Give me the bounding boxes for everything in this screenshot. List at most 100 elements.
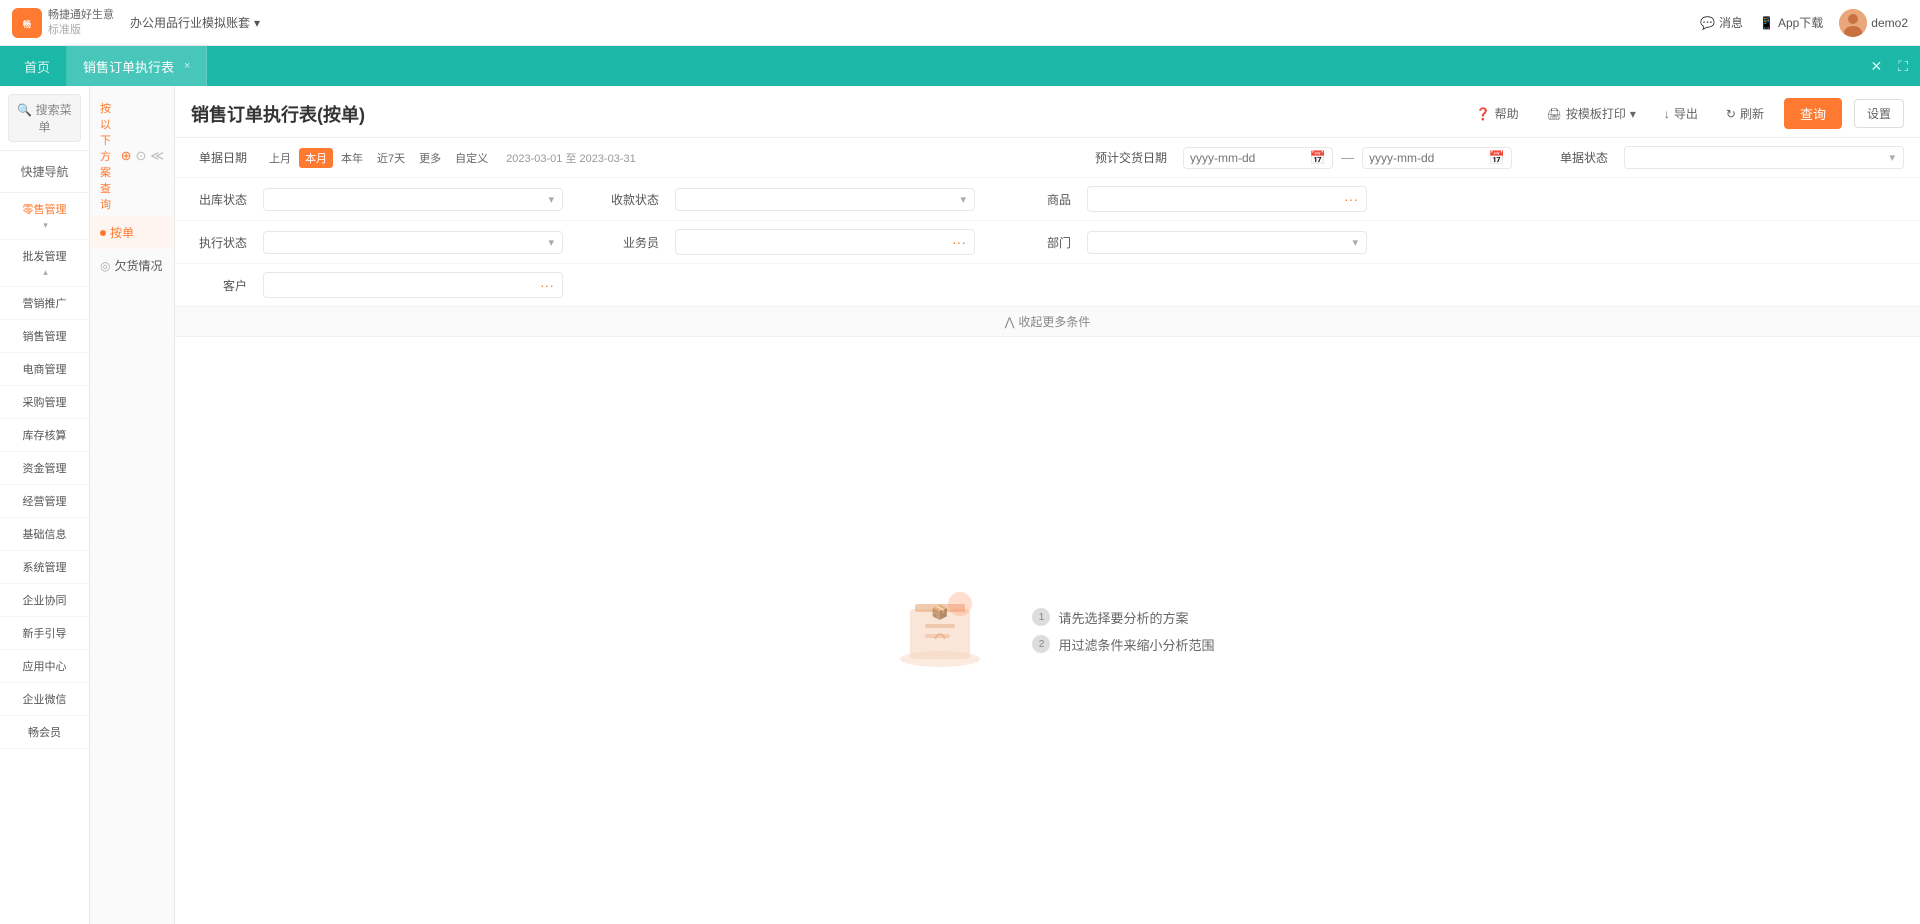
- active-dot: [100, 230, 106, 236]
- sub-sidebar-item-debt[interactable]: ◎ 欠货情况: [90, 249, 174, 282]
- salesman-control: ···: [675, 229, 975, 255]
- sidebar-item-operation[interactable]: 经营管理: [0, 485, 89, 518]
- sidebar: 🔍 搜索菜单 快捷导航 零售管理 ▾ 批发管理 ▴ 营销推广 销售管理 电商管理…: [0, 86, 90, 924]
- sidebar-item-inventory[interactable]: 库存核算: [0, 419, 89, 452]
- tab-bar: 首页 销售订单执行表 × ✕ ⛶: [0, 46, 1920, 86]
- tab-active-label: 销售订单执行表: [83, 57, 174, 76]
- date-tab-this-year[interactable]: 本年: [335, 148, 369, 168]
- collapse-up-icon: ⋀: [1005, 315, 1015, 329]
- date-tab-this-month[interactable]: 本月: [299, 148, 333, 168]
- svg-text:📦: 📦: [932, 604, 949, 621]
- sidebar-search-button[interactable]: 🔍 搜索菜单: [8, 94, 81, 142]
- app-download-button[interactable]: 📱 App下载: [1759, 14, 1823, 31]
- template-print-button[interactable]: 🖨 按模板打印 ▾: [1539, 101, 1644, 126]
- empty-state: 📦 1 请先选择要分析的方案 2 用过滤条件来缩小分析范围: [175, 337, 1920, 924]
- app-download-label: App下载: [1778, 14, 1823, 31]
- empty-step-1: 1 请先选择要分析的方案: [1032, 608, 1214, 627]
- chevron-up-icon: ▴: [43, 267, 48, 278]
- step-2-label: 用过滤条件来缩小分析范围: [1058, 635, 1214, 654]
- calendar-end-icon[interactable]: 📅: [1489, 150, 1505, 166]
- filter-row-1: 单据日期 上月 本月 本年 近7天 更多 自定义 2023-03-01 至 20…: [175, 138, 1920, 178]
- sidebar-item-ecommerce[interactable]: 电商管理: [0, 353, 89, 386]
- collapse-sub-icon[interactable]: ≪: [150, 148, 164, 164]
- close-window-icon[interactable]: ✕: [1866, 54, 1886, 79]
- date-tabs: 上月 本月 本年 近7天 更多 自定义: [263, 148, 494, 168]
- customer-more-icon[interactable]: ···: [540, 277, 554, 293]
- sidebar-item-purchase[interactable]: 采购管理: [0, 386, 89, 419]
- date-tab-custom[interactable]: 自定义: [449, 148, 494, 168]
- customer-control: ···: [263, 272, 563, 298]
- maximize-icon[interactable]: ⛶: [1894, 54, 1912, 79]
- date-range-text: 2023-03-01 至 2023-03-31: [506, 150, 636, 166]
- date-tab-last-month[interactable]: 上月: [263, 148, 297, 168]
- date-filter-control: 上月 本月 本年 近7天 更多 自定义 2023-03-01 至 2023-03…: [263, 148, 1055, 168]
- export-button[interactable]: ↓ 导出: [1656, 101, 1706, 126]
- sidebar-item-wechat[interactable]: 企业微信: [0, 683, 89, 716]
- sidebar-quicknav-label[interactable]: 快捷导航: [0, 157, 89, 186]
- collapse-button[interactable]: ⋀ 收起更多条件: [1005, 313, 1091, 330]
- sub-sidebar-title: 按以下方案查询: [100, 100, 121, 212]
- date-tab-more[interactable]: 更多: [413, 148, 447, 168]
- tab-active[interactable]: 销售订单执行表 ×: [67, 46, 207, 86]
- refresh-icon: ↻: [1726, 107, 1736, 121]
- expected-date-end-input[interactable]: [1369, 151, 1485, 165]
- chevron-down-icon: ▾: [43, 220, 48, 231]
- tab-home[interactable]: 首页: [8, 46, 67, 86]
- help-icon: ❓: [1476, 107, 1491, 121]
- add-scheme-icon[interactable]: ⊕: [121, 148, 132, 164]
- header-left: 畅 畅捷通好生意 标准版 办公用品行业模拟账套 ▾: [12, 8, 268, 38]
- expected-date-start-wrap: 📅: [1183, 147, 1333, 169]
- page-actions: ❓ 帮助 🖨 按模板打印 ▾ ↓ 导出 ↻ 刷新 查询 设置: [1468, 98, 1904, 129]
- user-area[interactable]: demo2: [1839, 9, 1908, 37]
- recv-status-label: 收款状态: [603, 191, 659, 208]
- sidebar-item-system[interactable]: 系统管理: [0, 551, 89, 584]
- message-button[interactable]: 💬 消息: [1700, 14, 1743, 31]
- out-status-control: ▾: [263, 188, 563, 211]
- doc-status-label: 单据状态: [1552, 149, 1608, 166]
- date-field-label: 单据日期: [191, 149, 247, 166]
- sidebar-item-retail[interactable]: 零售管理 ▾: [0, 193, 89, 240]
- step-1-label: 请先选择要分析的方案: [1058, 608, 1188, 627]
- sidebar-item-app-center[interactable]: 应用中心: [0, 650, 89, 683]
- print-icon: 🖨: [1547, 107, 1562, 121]
- export-label: 导出: [1674, 105, 1698, 122]
- salesman-more-icon[interactable]: ···: [952, 234, 966, 250]
- step-1-circle: 1: [1032, 608, 1050, 626]
- sidebar-item-sales[interactable]: 销售管理: [0, 320, 89, 353]
- calendar-start-icon[interactable]: 📅: [1310, 150, 1326, 166]
- username-label: demo2: [1871, 16, 1908, 30]
- date-tab-7days[interactable]: 近7天: [371, 148, 411, 168]
- exec-status-control: ▾: [263, 231, 563, 254]
- logo-text: 畅捷通好生意 标准版: [48, 8, 114, 37]
- goods-label: 商品: [1015, 191, 1071, 208]
- goods-more-icon[interactable]: ···: [1344, 191, 1358, 207]
- help-button[interactable]: ❓ 帮助: [1468, 101, 1527, 126]
- sidebar-item-marketing[interactable]: 营销推广: [0, 287, 89, 320]
- nav-dropdown-label: 办公用品行业模拟账套: [130, 14, 250, 31]
- filter-row-4: 客户 ···: [175, 264, 1920, 306]
- phone-icon: 📱: [1759, 16, 1774, 30]
- svg-text:畅: 畅: [23, 19, 31, 29]
- refresh-button[interactable]: ↻ 刷新: [1718, 101, 1772, 126]
- message-label: 消息: [1719, 14, 1743, 31]
- refresh-label: 刷新: [1740, 105, 1764, 122]
- expected-date-start-input[interactable]: [1190, 151, 1306, 165]
- recv-status-control: ▾: [675, 188, 975, 211]
- sidebar-item-basic[interactable]: 基础信息: [0, 518, 89, 551]
- tab-home-label: 首页: [24, 57, 50, 76]
- tab-close-button[interactable]: ×: [184, 60, 190, 72]
- dept-chevron-icon: ▾: [1352, 236, 1358, 249]
- sidebar-item-member[interactable]: 畅会员: [0, 716, 89, 749]
- sub-sidebar-item-order[interactable]: 按单: [90, 216, 174, 249]
- header-right: 💬 消息 📱 App下载 demo2: [1700, 9, 1908, 37]
- sidebar-item-finance[interactable]: 资金管理: [0, 452, 89, 485]
- collapse-bar[interactable]: ⋀ 收起更多条件: [175, 306, 1920, 337]
- settings-button[interactable]: 设置: [1854, 99, 1904, 128]
- sidebar-item-enterprise[interactable]: 企业协同: [0, 584, 89, 617]
- query-button[interactable]: 查询: [1784, 98, 1842, 129]
- sidebar-item-wholesale[interactable]: 批发管理 ▴: [0, 240, 89, 287]
- customer-label: 客户: [191, 277, 247, 294]
- sidebar-item-newbie[interactable]: 新手引导: [0, 617, 89, 650]
- nav-dropdown[interactable]: 办公用品行业模拟账套 ▾: [122, 10, 268, 35]
- edit-scheme-icon[interactable]: ⊙: [135, 148, 146, 164]
